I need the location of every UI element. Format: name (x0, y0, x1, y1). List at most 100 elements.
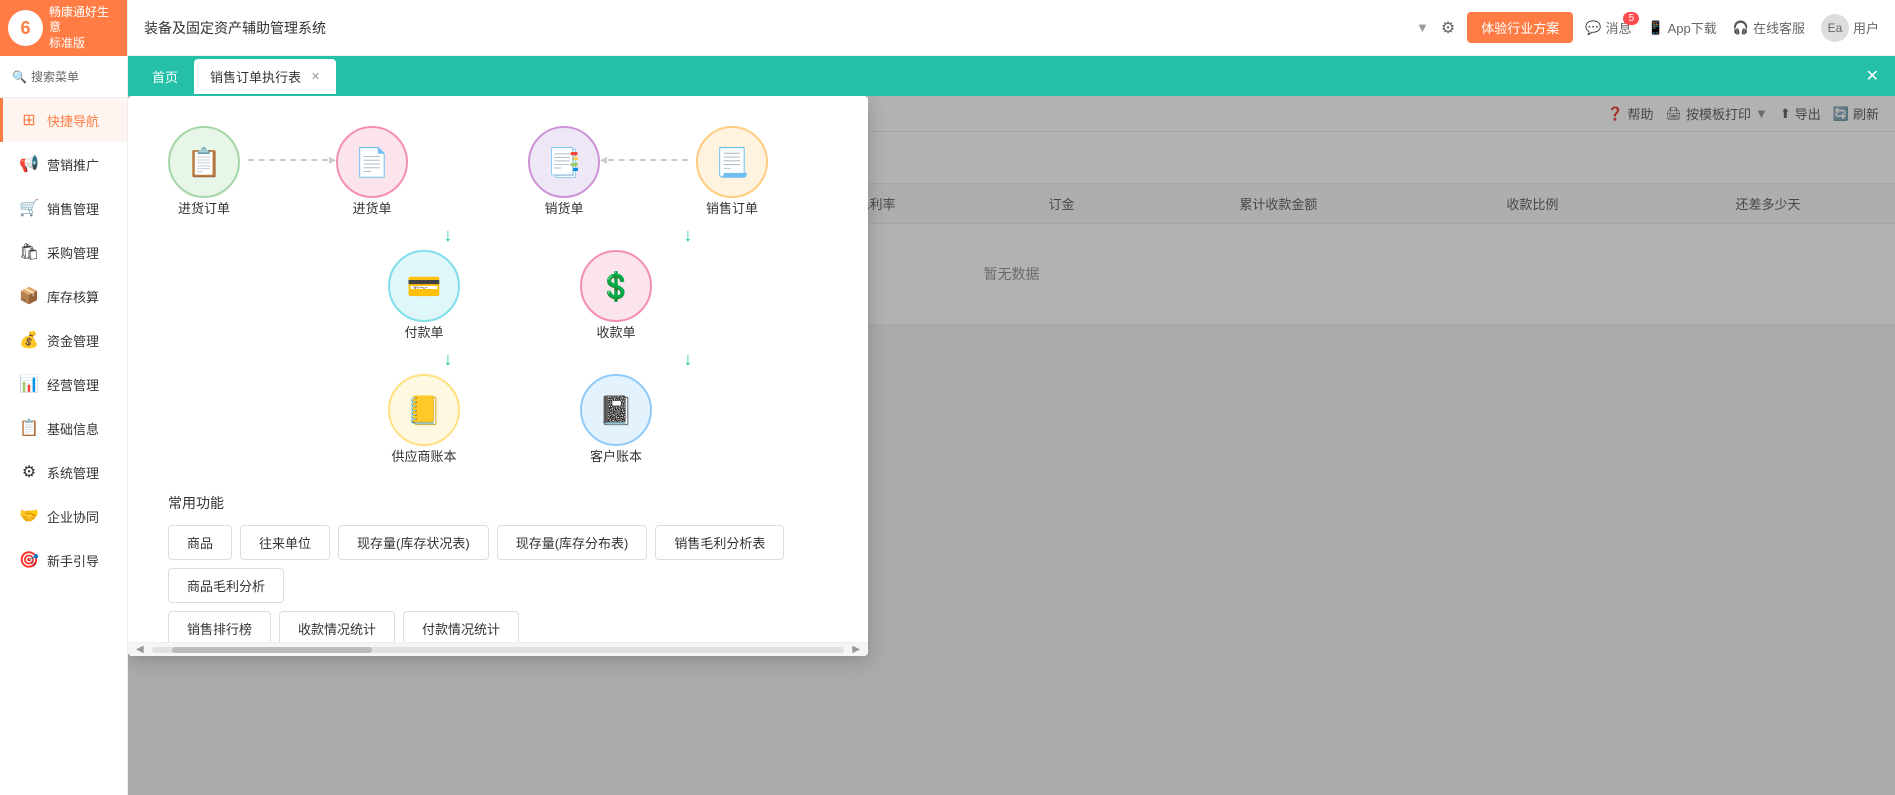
purchase-bill-icon: 📄 (355, 146, 390, 179)
search-menu-button[interactable]: 🔍 搜索菜单 (8, 64, 119, 89)
flow-down-arrows-row: ↓ ↓ (168, 225, 828, 246)
flow-down-arrows-row-2: ↓ ↓ (168, 349, 828, 370)
arrow-purchase-order-to-bill (240, 159, 336, 161)
purchase-bill-label: 进货单 (352, 198, 391, 217)
func-btn-receipt-stats[interactable]: 收款情况统计 (279, 611, 395, 642)
logo-icon: 6 (8, 10, 43, 46)
gear-icon[interactable]: ⚙ (1441, 18, 1455, 38)
func-btn-product-profit[interactable]: 商品毛利分析 (168, 568, 284, 603)
supplier-ledger-label: 供应商账本 (391, 446, 456, 465)
tab-sales-order-exec[interactable]: 销售订单执行表 ✕ (194, 59, 336, 94)
func-btn-payment-stats[interactable]: 付款情况统计 (403, 611, 519, 642)
topbar-actions: 💬 消息 5 📱 App下载 🎧 在线客服 Ea 用户 (1585, 14, 1879, 42)
receipt-bill-label: 收款单 (596, 322, 635, 341)
sales-order-label: 销售订单 (706, 198, 758, 217)
purchase-order-circle[interactable]: 📋 (168, 126, 240, 198)
purchase-icon: 🛍 (19, 242, 39, 262)
sales-bill-label: 销货单 (544, 198, 583, 217)
flow-col-receipt: 💲 收款单 (580, 250, 652, 341)
receipt-bill-icon: 💲 (599, 270, 634, 303)
sidebar-menu: ⊞ 快捷导航 📢 营销推广 🛒 销售管理 🛍 采购管理 📦 库存核算 💰 资金管… (0, 98, 127, 795)
flow-row-3: 💳 付款单 💲 收款单 (168, 250, 828, 341)
func-btn-inventory-status[interactable]: 现存量(库存状况表) (338, 525, 489, 560)
modal-overlay[interactable]: 📋 进货订单 📄 (128, 96, 1895, 795)
experience-btn[interactable]: 体验行业方案 (1467, 12, 1573, 43)
sidebar-item-marketing[interactable]: 📢 营销推广 (0, 142, 127, 186)
sys-icon: ⚙ (19, 462, 39, 482)
sidebar-item-sales-mgmt[interactable]: 🛒 销售管理 (0, 186, 127, 230)
flow-col-supplier-ledger: 📒 供应商账本 (388, 374, 460, 465)
sidebar-item-enterprise[interactable]: 🤝 企业协同 (0, 494, 127, 538)
payment-bill-label: 付款单 (404, 322, 443, 341)
func-btn-row-1: 商品 往来单位 现存量(库存状况表) 现存量(库存分布表) 销售毛利分析表 商品… (168, 525, 828, 603)
flow-col-purchase-bill: 📄 进货单 (336, 126, 408, 217)
sidebar-item-inventory[interactable]: 📦 库存核算 (0, 274, 127, 318)
down-arrow-sales-bill: ↓ (684, 225, 693, 246)
app-download-action[interactable]: 📱 App下载 (1647, 18, 1716, 37)
main-content: 装备及固定资产辅助管理系统 ▼ ⚙ 体验行业方案 💬 消息 5 📱 App下载 … (128, 0, 1895, 795)
payment-bill-circle[interactable]: 💳 (388, 250, 460, 322)
sidebar-item-basic-info[interactable]: 📋 基础信息 (0, 406, 127, 450)
tabbar: 首页 销售订单执行表 ✕ ✕ (128, 56, 1895, 96)
sidebar-search-section: 🔍 搜索菜单 (0, 56, 127, 98)
flow-col-sales-order: 📃 销售订单 (696, 126, 768, 217)
enterprise-icon: 🤝 (19, 506, 39, 526)
func-btn-row-2: 销售排行榜 收款情况统计 付款情况统计 (168, 611, 828, 642)
phone-icon: 📱 (1647, 20, 1663, 36)
quick-nav-icon: ⊞ (19, 110, 39, 130)
sidebar-item-ops-mgmt[interactable]: 📊 经营管理 (0, 362, 127, 406)
message-icon: 💬 (1585, 20, 1601, 36)
func-btn-inventory-dist[interactable]: 现存量(库存分布表) (497, 525, 648, 560)
purchase-order-icon: 📋 (187, 146, 222, 179)
sales-order-circle[interactable]: 📃 (696, 126, 768, 198)
common-functions: 常用功能 商品 往来单位 现存量(库存状况表) 现存量(库存分布表) 销售毛利分… (168, 493, 828, 642)
sidebar-item-quick-nav[interactable]: ⊞ 快捷导航 (0, 98, 127, 142)
beginner-icon: 🎯 (19, 550, 39, 570)
dashed-line-1 (248, 159, 328, 161)
func-btn-partner[interactable]: 往来单位 (240, 525, 330, 560)
tab-home[interactable]: 首页 (136, 59, 194, 94)
message-action[interactable]: 💬 消息 5 (1585, 18, 1631, 37)
flow-col-customer-ledger: 📓 客户账本 (580, 374, 652, 465)
down-arrow-receipt: ↓ (684, 349, 693, 370)
func-btn-sales-ranking[interactable]: 销售排行榜 (168, 611, 271, 642)
sales-icon: 🛒 (19, 198, 39, 218)
common-functions-title: 常用功能 (168, 493, 828, 513)
func-btn-sales-profit-analysis[interactable]: 销售毛利分析表 (655, 525, 784, 560)
customer-ledger-circle[interactable]: 📓 (580, 374, 652, 446)
topbar: 装备及固定资产辅助管理系统 ▼ ⚙ 体验行业方案 💬 消息 5 📱 App下载 … (128, 0, 1895, 56)
headset-icon: 🎧 (1733, 20, 1749, 36)
purchase-bill-circle[interactable]: 📄 (336, 126, 408, 198)
flow-col-purchase-order: 📋 进货订单 (168, 126, 240, 217)
tabbar-close-button[interactable]: ✕ (1858, 62, 1887, 90)
func-btn-product[interactable]: 商品 (168, 525, 232, 560)
payment-bill-icon: 💳 (407, 270, 442, 303)
modal-body: 📋 进货订单 📄 (128, 96, 868, 642)
scrollbar-left-arrow[interactable]: ◀ (132, 642, 148, 656)
supplier-ledger-icon: 📒 (407, 394, 442, 427)
ops-icon: 📊 (19, 374, 39, 394)
finance-icon: 💰 (19, 330, 39, 350)
basic-icon: 📋 (19, 418, 39, 438)
page-body: ❓ 帮助 🖨 按模板打印 ▼ ⬆ 导出 🔄 刷新 yyyy-mm-dd 📅 (128, 96, 1895, 795)
customer-ledger-label: 客户账本 (590, 446, 642, 465)
sidebar-item-beginner[interactable]: 🎯 新手引导 (0, 538, 127, 582)
sidebar-item-sys-mgmt[interactable]: ⚙ 系统管理 (0, 450, 127, 494)
sales-bill-circle[interactable]: 📑 (528, 126, 600, 198)
purchase-order-label: 进货订单 (178, 198, 230, 217)
scrollbar-thumb[interactable] (172, 647, 372, 653)
user-action[interactable]: Ea 用户 (1821, 14, 1879, 42)
sidebar-item-finance[interactable]: 💰 资金管理 (0, 318, 127, 362)
sidebar: 6 畅康通好生意 标准版 🔍 搜索菜单 ⊞ 快捷导航 📢 营销推广 🛒 销售管理… (0, 0, 128, 795)
modal-scrollbar: ◀ ▶ (128, 642, 868, 656)
tab-close-icon[interactable]: ✕ (311, 70, 320, 83)
topbar-dropdown-icon[interactable]: ▼ (1416, 20, 1429, 35)
scrollbar-right-arrow[interactable]: ▶ (848, 642, 864, 656)
receipt-bill-circle[interactable]: 💲 (580, 250, 652, 322)
supplier-ledger-circle[interactable]: 📒 (388, 374, 460, 446)
system-title: 装备及固定资产辅助管理系统 (144, 18, 1404, 38)
search-icon: 🔍 (12, 70, 27, 84)
online-service-action[interactable]: 🎧 在线客服 (1733, 18, 1805, 37)
scrollbar-track[interactable] (152, 647, 845, 653)
sidebar-item-purchase-mgmt[interactable]: 🛍 采购管理 (0, 230, 127, 274)
